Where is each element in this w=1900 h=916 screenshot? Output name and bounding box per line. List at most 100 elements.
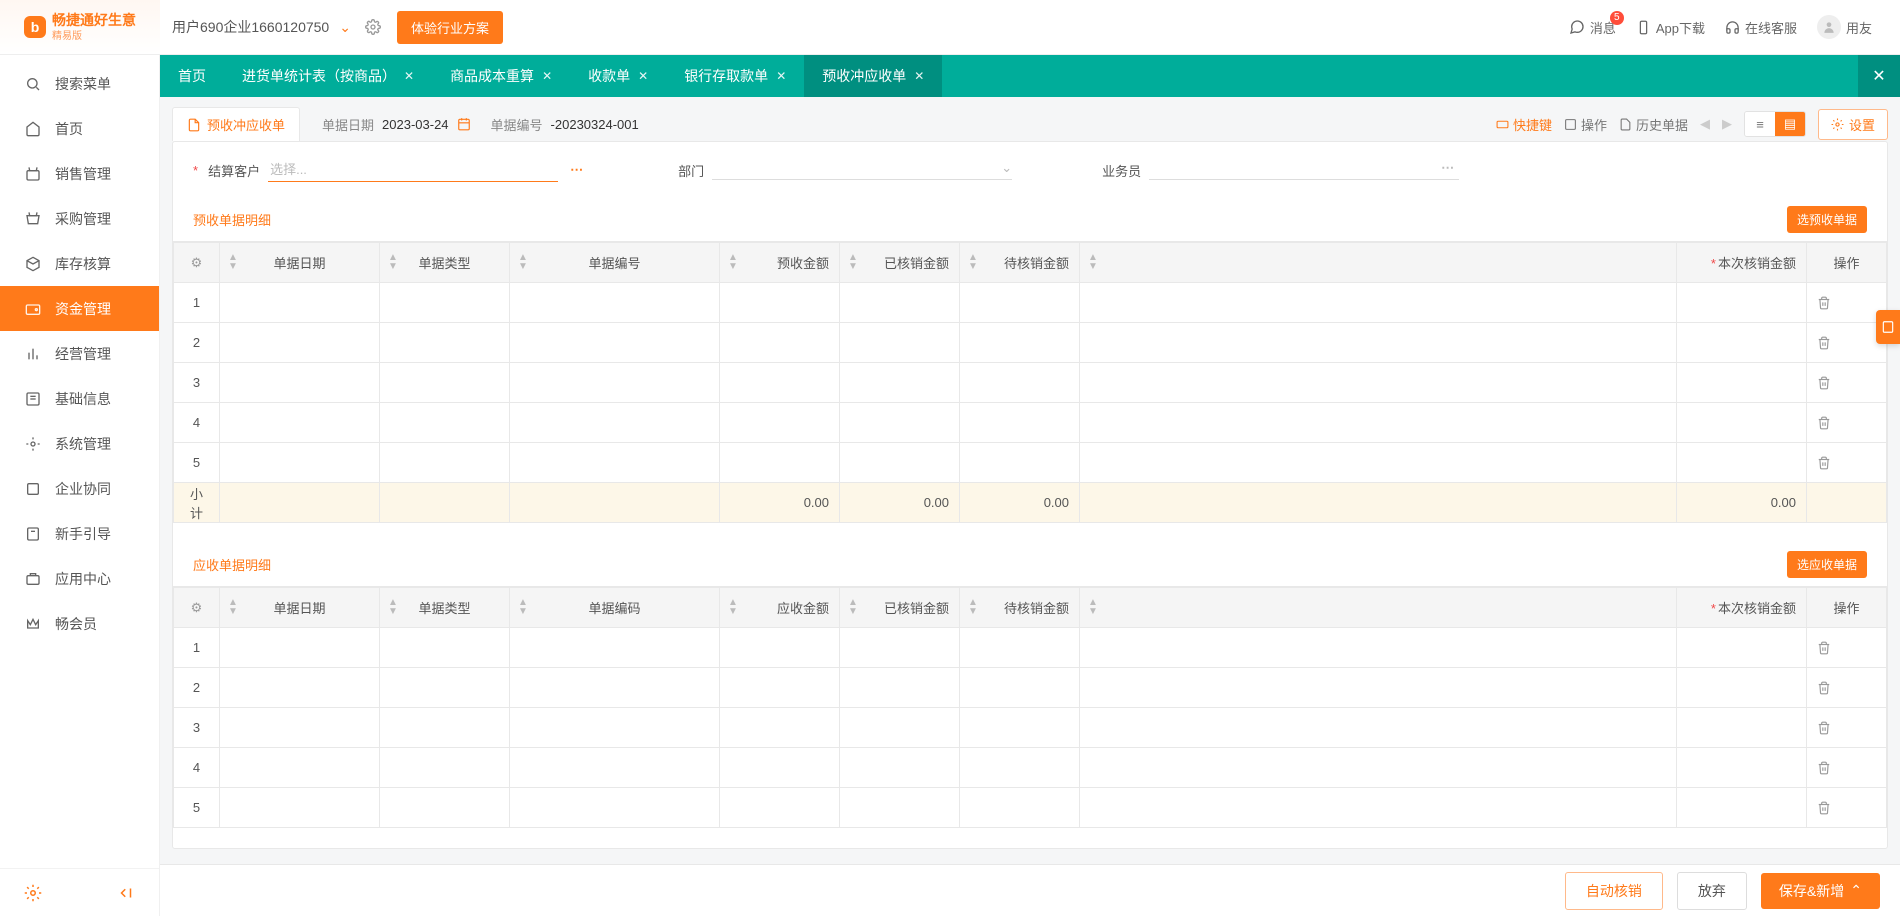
tab-5[interactable]: 预收冲应收单✕ (804, 55, 942, 97)
sort-icon[interactable]: ▲▼ (968, 253, 978, 271)
sidebar-item-12[interactable]: 畅会员 (0, 601, 159, 646)
table-row[interactable]: 1 (174, 628, 1887, 668)
col-this[interactable]: *本次核销金额 (1677, 243, 1807, 283)
row-delete[interactable] (1807, 788, 1887, 828)
operate-link[interactable]: 操作 (1564, 115, 1607, 134)
close-icon[interactable]: ✕ (404, 69, 414, 83)
row-delete[interactable] (1807, 283, 1887, 323)
table-row[interactable]: 2 (174, 668, 1887, 708)
sidebar-item-4[interactable]: 库存核算 (0, 241, 159, 286)
col-amt3[interactable]: ▲▼待核销金额 (960, 243, 1080, 283)
close-icon[interactable]: ✕ (914, 69, 924, 83)
calendar-icon[interactable] (457, 117, 471, 131)
row-delete[interactable] (1807, 708, 1887, 748)
sidebar-item-0[interactable]: 搜索菜单 (0, 61, 159, 106)
sidebar-item-9[interactable]: 企业协同 (0, 466, 159, 511)
col-amt1[interactable]: ▲▼应收金额 (720, 588, 840, 628)
col-amt2[interactable]: ▲▼已核销金额 (840, 243, 960, 283)
view-detail-icon[interactable]: ▤ (1775, 112, 1805, 136)
operator-more-icon[interactable]: ⋯ (1437, 160, 1459, 176)
col-this[interactable]: *本次核销金额 (1677, 588, 1807, 628)
discard-button[interactable]: 放弃 (1677, 872, 1747, 910)
sort-icon[interactable]: ▲▼ (228, 253, 238, 271)
col-date[interactable]: ▲▼单据日期 (220, 588, 380, 628)
history-link[interactable]: 历史单据 (1619, 115, 1688, 134)
right-edge-tab[interactable] (1876, 310, 1900, 344)
select-prepay-button[interactable]: 选预收单据 (1787, 206, 1867, 233)
dept-select[interactable]: ⌄ (712, 160, 1012, 180)
col-type[interactable]: ▲▼单据类型 (380, 588, 510, 628)
table-row[interactable]: 4 (174, 403, 1887, 443)
messages-link[interactable]: 消息 5 (1569, 18, 1616, 37)
sort-icon[interactable]: ▲▼ (848, 253, 858, 271)
shortcut-link[interactable]: 快捷键 (1496, 115, 1552, 134)
try-industry-button[interactable]: 体验行业方案 (397, 11, 503, 44)
row-delete[interactable] (1807, 323, 1887, 363)
sort-icon[interactable]: ▲▼ (728, 598, 738, 616)
row-gear-header[interactable]: ⚙ (174, 243, 220, 283)
page-settings-button[interactable]: 设置 (1818, 109, 1888, 140)
row-delete[interactable] (1807, 628, 1887, 668)
table-row[interactable]: 3 (174, 708, 1887, 748)
close-icon[interactable]: ✕ (542, 69, 552, 83)
auto-offset-button[interactable]: 自动核销 (1565, 872, 1663, 910)
sort-icon[interactable]: ▲▼ (518, 598, 528, 616)
tab-1[interactable]: 进货单统计表（按商品）✕ (224, 55, 432, 97)
online-service-link[interactable]: 在线客服 (1725, 18, 1797, 37)
sort-icon[interactable]: ▲▼ (848, 598, 858, 616)
company-selector[interactable]: 用户690企业1660120750 ⌄ (172, 17, 351, 37)
sort-icon[interactable]: ▲▼ (228, 598, 238, 616)
next-page-icon[interactable]: ▶ (1722, 116, 1732, 132)
sidebar-item-3[interactable]: 采购管理 (0, 196, 159, 241)
col-code[interactable]: ▲▼单据编号 (510, 243, 720, 283)
row-delete[interactable] (1807, 363, 1887, 403)
sort-icon[interactable]: ▲▼ (1088, 598, 1098, 616)
customer-input[interactable] (268, 158, 558, 182)
col-type[interactable]: ▲▼单据类型 (380, 243, 510, 283)
row-delete[interactable] (1807, 668, 1887, 708)
sidebar-item-6[interactable]: 经营管理 (0, 331, 159, 376)
header-settings-icon[interactable] (365, 19, 381, 35)
sort-icon[interactable]: ▲▼ (728, 253, 738, 271)
user-menu[interactable]: 用友 (1817, 15, 1872, 39)
col-amt3[interactable]: ▲▼待核销金额 (960, 588, 1080, 628)
close-all-tabs[interactable]: ✕ (1858, 55, 1900, 97)
sidebar-settings-icon[interactable] (24, 884, 42, 902)
table-row[interactable]: 3 (174, 363, 1887, 403)
table-row[interactable]: 4 (174, 748, 1887, 788)
col-amt1[interactable]: ▲▼预收金额 (720, 243, 840, 283)
sort-icon[interactable]: ▲▼ (388, 253, 398, 271)
col-code[interactable]: ▲▼单据编码 (510, 588, 720, 628)
sidebar-item-7[interactable]: 基础信息 (0, 376, 159, 421)
table-row[interactable]: 1 (174, 283, 1887, 323)
operator-input[interactable]: ⋯ (1149, 160, 1459, 180)
app-download-link[interactable]: App下载 (1636, 18, 1705, 37)
table-row[interactable]: 5 (174, 788, 1887, 828)
prev-page-icon[interactable]: ◀ (1700, 116, 1710, 132)
col-amt2[interactable]: ▲▼已核销金额 (840, 588, 960, 628)
close-icon[interactable]: ✕ (776, 69, 786, 83)
view-list-icon[interactable]: ≡ (1745, 112, 1775, 136)
row-gear-header[interactable]: ⚙ (174, 588, 220, 628)
select-receivable-button[interactable]: 选应收单据 (1787, 551, 1867, 578)
sidebar-item-8[interactable]: 系统管理 (0, 421, 159, 466)
close-icon[interactable]: ✕ (638, 69, 648, 83)
row-delete[interactable] (1807, 403, 1887, 443)
tab-4[interactable]: 银行存取款单✕ (666, 55, 804, 97)
row-delete[interactable] (1807, 748, 1887, 788)
tab-0[interactable]: 首页 (160, 55, 224, 97)
sort-icon[interactable]: ▲▼ (518, 253, 528, 271)
tab-2[interactable]: 商品成本重算✕ (432, 55, 570, 97)
customer-more-icon[interactable]: ⋯ (566, 162, 588, 178)
sidebar-item-1[interactable]: 首页 (0, 106, 159, 151)
sidebar-item-5[interactable]: 资金管理 (0, 286, 159, 331)
table-row[interactable]: 2 (174, 323, 1887, 363)
sort-icon[interactable]: ▲▼ (968, 598, 978, 616)
sidebar-item-10[interactable]: 新手引导 (0, 511, 159, 556)
sidebar-item-11[interactable]: 应用中心 (0, 556, 159, 601)
tab-3[interactable]: 收款单✕ (570, 55, 666, 97)
sort-icon[interactable]: ▲▼ (388, 598, 398, 616)
sidebar-item-2[interactable]: 销售管理 (0, 151, 159, 196)
sort-icon[interactable]: ▲▼ (1088, 253, 1098, 271)
row-delete[interactable] (1807, 443, 1887, 483)
